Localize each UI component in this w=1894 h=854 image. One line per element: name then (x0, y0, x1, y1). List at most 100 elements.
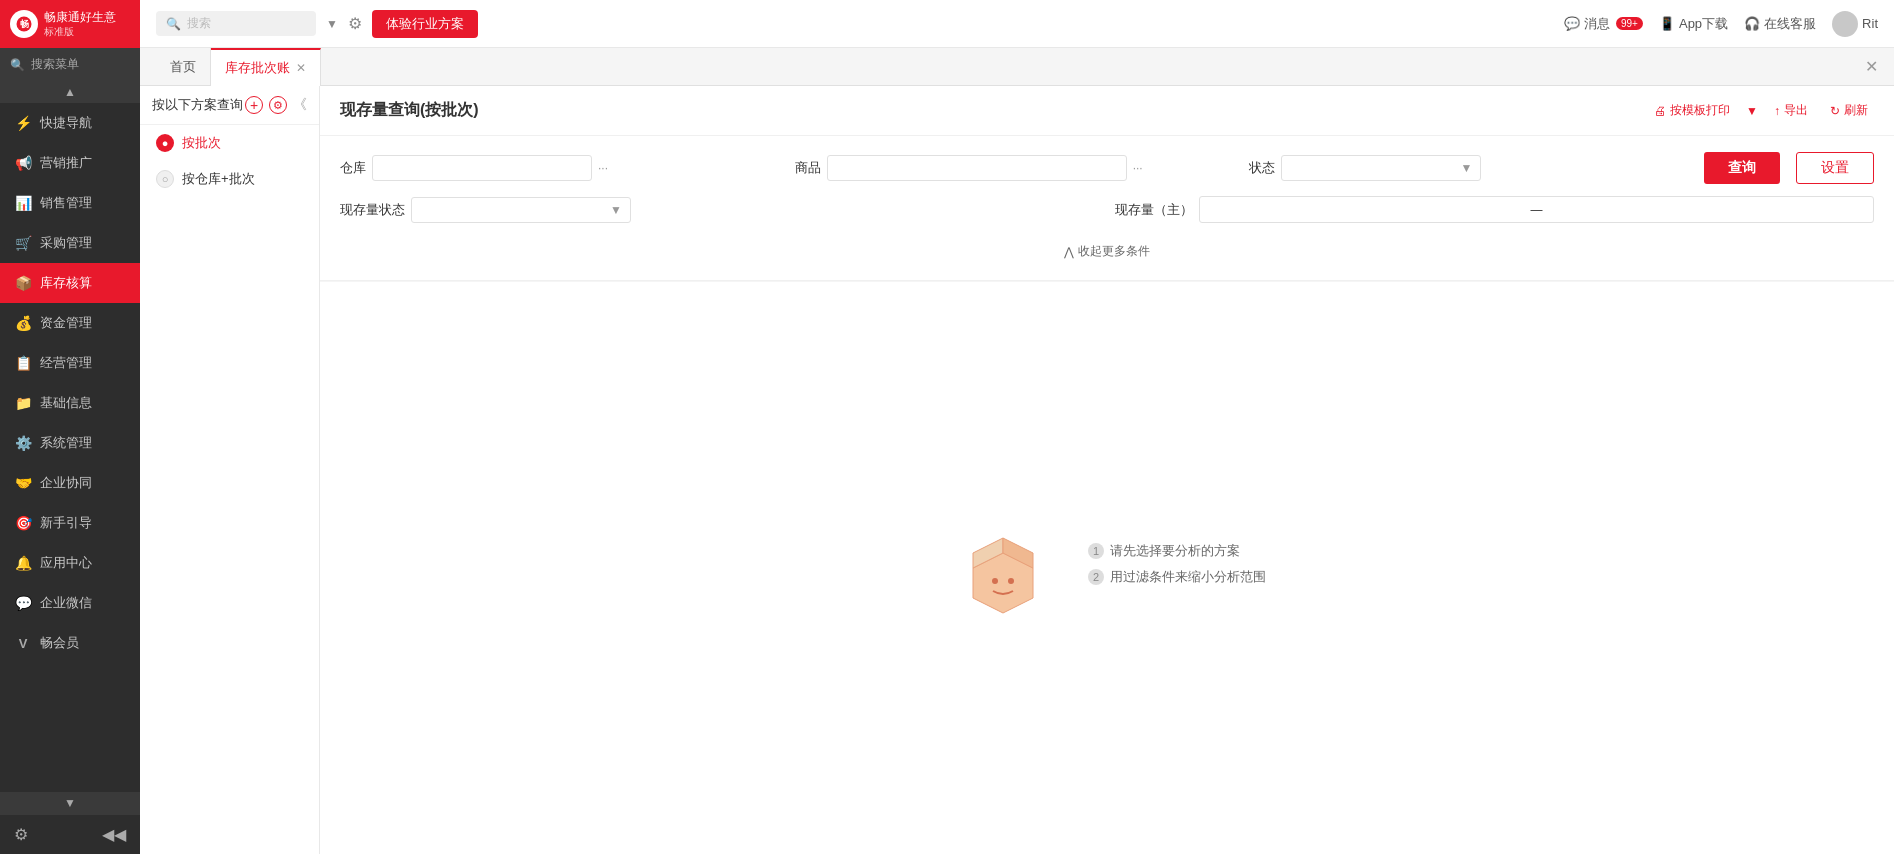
sidebar-item-marketing[interactable]: 📢 营销推广 (0, 143, 140, 183)
sidebar-item-label: 畅会员 (40, 634, 79, 652)
user-area[interactable]: Rit (1832, 11, 1878, 37)
tab-batch-stock[interactable]: 库存批次账 ✕ (211, 48, 321, 86)
sidebar-item-members[interactable]: V 畅会员 (0, 623, 140, 663)
phone-icon: 📱 (1659, 16, 1675, 31)
stock-amount-to[interactable] (1551, 202, 1631, 217)
empty-content: 1 请先选择要分析的方案 2 用过滤条件来缩小分析范围 (948, 513, 1266, 623)
sidebar-item-purchase[interactable]: 🛒 采购管理 (0, 223, 140, 263)
filter-settings-btn[interactable]: 设置 (1796, 152, 1874, 184)
refresh-btn[interactable]: ↻ 刷新 (1824, 98, 1874, 123)
sidebar-item-label: 营销推广 (40, 154, 92, 172)
collapse-conditions-btn[interactable]: ⋀ 收起更多条件 (340, 235, 1874, 264)
chevron-up-icon: ⋀ (1064, 245, 1074, 259)
warehouse-filter-group: 仓库 ··· (340, 155, 779, 181)
svg-point-6 (1008, 578, 1014, 584)
sidebar-item-label: 销售管理 (40, 194, 92, 212)
scheme-settings-btn[interactable]: ⚙ (269, 96, 287, 114)
goods-label: 商品 (795, 159, 821, 177)
topbar-right: 💬 消息 99+ 📱 App下载 🎧 在线客服 Rit (1564, 11, 1878, 37)
scheme-dot-warehouse-batch: ○ (156, 170, 174, 188)
scheme-panel: 按以下方案查询 + ⚙ 《 ● 按批次 ○ 按仓库+批次 (140, 86, 320, 854)
topbar-search-bar[interactable]: 🔍 搜索 (156, 11, 316, 36)
close-page-btn[interactable]: ✕ (1865, 57, 1878, 76)
app-title: 畅康通好生意 标准版 (44, 10, 116, 39)
members-icon: V (14, 634, 32, 652)
scroll-up-btn[interactable]: ▲ (0, 81, 140, 103)
refresh-icon: ↻ (1830, 104, 1840, 118)
quick-nav-icon: ⚡ (14, 114, 32, 132)
online-service-btn[interactable]: 🎧 在线客服 (1744, 15, 1816, 33)
print-icon: 🖨 (1654, 104, 1666, 118)
stock-amount-dash: — (1531, 203, 1543, 217)
print-btn[interactable]: 🖨 按模板打印 (1648, 98, 1736, 123)
sidebar-item-system[interactable]: ⚙️ 系统管理 (0, 423, 140, 463)
scheme-dot-batch: ● (156, 134, 174, 152)
user-avatar (1832, 11, 1858, 37)
sidebar-item-sales[interactable]: 📊 销售管理 (0, 183, 140, 223)
right-content: 现存量查询(按批次) 🖨 按模板打印 ▼ ↑ 导出 ↻ 刷新 (320, 86, 1894, 854)
operation-icon: 📋 (14, 354, 32, 372)
stock-amount-filter-group: 现存量（主） — (1115, 196, 1874, 223)
audio-icon[interactable]: ◀◀ (102, 825, 126, 844)
export-btn[interactable]: ↑ 导出 (1768, 98, 1814, 123)
scheme-panel-header: 按以下方案查询 + ⚙ 《 (140, 86, 319, 125)
stock-status-select[interactable]: ▼ (411, 197, 631, 223)
app-download-btn[interactable]: 📱 App下载 (1659, 15, 1728, 33)
stock-amount-label: 现存量（主） (1115, 201, 1193, 219)
filter-area: 仓库 ··· 商品 ··· 状态 ▼ (320, 136, 1894, 281)
stock-amount-from[interactable] (1443, 202, 1523, 217)
scheme-item-warehouse-batch-label: 按仓库+批次 (182, 170, 255, 188)
topbar-gear-icon[interactable]: ⚙ (348, 14, 362, 33)
marketing-icon: 📢 (14, 154, 32, 172)
tip-num-2: 2 (1088, 569, 1104, 585)
add-scheme-btn[interactable]: + (245, 96, 263, 114)
sidebar-search[interactable]: 🔍 搜索菜单 (0, 48, 140, 81)
warehouse-label: 仓库 (340, 159, 366, 177)
stock-status-filter-group: 现存量状态 ▼ (340, 197, 1099, 223)
sidebar-item-enterprise-wechat[interactable]: 💬 企业微信 (0, 583, 140, 623)
sidebar-item-enterprise[interactable]: 🤝 企业协同 (0, 463, 140, 503)
warehouse-input[interactable] (372, 155, 592, 181)
purchase-icon: 🛒 (14, 234, 32, 252)
page-title: 现存量查询(按批次) (340, 100, 479, 121)
tab-home[interactable]: 首页 (156, 48, 211, 86)
sidebar-item-finance[interactable]: 💰 资金管理 (0, 303, 140, 343)
trial-button[interactable]: 体验行业方案 (372, 10, 478, 38)
topbar-search-label: 搜索 (187, 15, 211, 32)
sidebar-item-basic[interactable]: 📁 基础信息 (0, 383, 140, 423)
sidebar-item-label: 采购管理 (40, 234, 92, 252)
export-icon: ↑ (1774, 104, 1780, 118)
content-area: 按以下方案查询 + ⚙ 《 ● 按批次 ○ 按仓库+批次 现存量查询(按批次) (140, 86, 1894, 854)
messages-btn[interactable]: 💬 消息 99+ (1564, 15, 1643, 33)
query-btn[interactable]: 查询 (1704, 152, 1780, 184)
stock-status-label: 现存量状态 (340, 201, 405, 219)
sidebar-item-quick-nav[interactable]: ⚡ 快捷导航 (0, 103, 140, 143)
warehouse-more-btn[interactable]: ··· (596, 159, 610, 177)
tip-num-1: 1 (1088, 543, 1104, 559)
goods-input[interactable] (827, 155, 1127, 181)
sidebar-item-newbie[interactable]: 🎯 新手引导 (0, 503, 140, 543)
stock-status-chevron: ▼ (610, 203, 622, 217)
app-center-icon: 🔔 (14, 554, 32, 572)
settings-icon[interactable]: ⚙ (14, 825, 28, 844)
scheme-collapse-btn[interactable]: 《 (293, 96, 307, 114)
print-dropdown-btn[interactable]: ▼ (1746, 104, 1758, 118)
scheme-item-warehouse-batch[interactable]: ○ 按仓库+批次 (140, 161, 319, 197)
sidebar-header: 畅 畅康通好生意 标准版 (0, 0, 140, 48)
svg-point-5 (992, 578, 998, 584)
topbar-dropdown[interactable]: ▼ (326, 17, 338, 31)
sidebar-item-app-center[interactable]: 🔔 应用中心 (0, 543, 140, 583)
system-icon: ⚙️ (14, 434, 32, 452)
scroll-down-btn[interactable]: ▼ (0, 792, 140, 814)
basic-icon: 📁 (14, 394, 32, 412)
tab-close-icon[interactable]: ✕ (296, 62, 306, 74)
status-select[interactable]: ▼ (1281, 155, 1481, 181)
sidebar-item-operation[interactable]: 📋 经营管理 (0, 343, 140, 383)
sidebar: 畅 畅康通好生意 标准版 🔍 搜索菜单 ▲ ⚡ 快捷导航 📢 营销推广 📊 销售… (0, 0, 140, 854)
sidebar-nav: ⚡ 快捷导航 📢 营销推广 📊 销售管理 🛒 采购管理 📦 库存核算 💰 资金管… (0, 103, 140, 792)
goods-more-btn[interactable]: ··· (1131, 159, 1145, 177)
scheme-item-batch[interactable]: ● 按批次 (140, 125, 319, 161)
main-area: 🔍 搜索 ▼ ⚙ 体验行业方案 💬 消息 99+ 📱 App下载 🎧 在线客服 (140, 0, 1894, 854)
sidebar-item-label: 库存核算 (40, 274, 92, 292)
sidebar-item-inventory[interactable]: 📦 库存核算 (0, 263, 140, 303)
